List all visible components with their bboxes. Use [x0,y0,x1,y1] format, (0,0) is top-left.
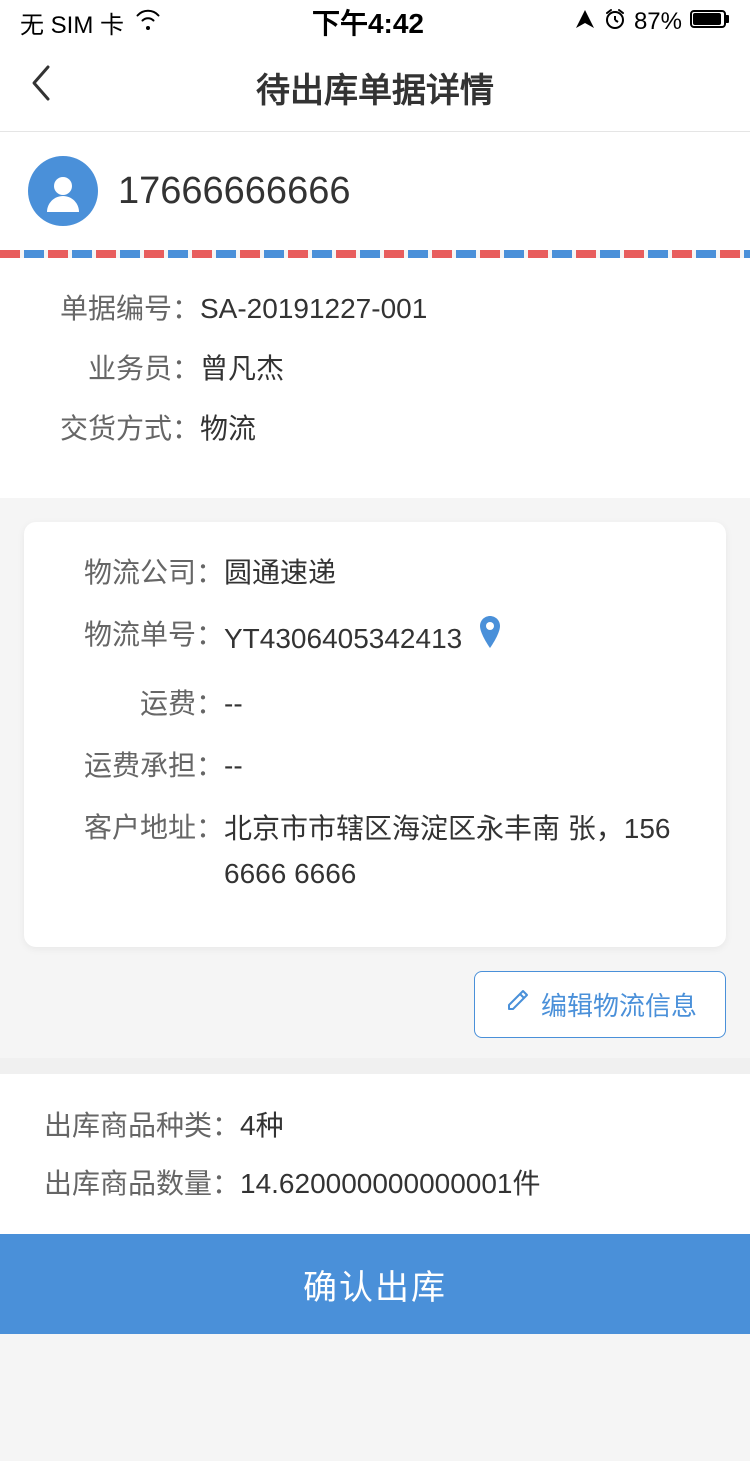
logistics-card: 物流公司： 圆通速递 物流单号： YT43064053424​13 运费： --… [24,522,726,947]
logistics-company-value: 圆通速递 [224,552,686,594]
bottom-bar: 确认出库 [0,1234,750,1334]
order-no-row: 单据编号： SA-20191227-001 [40,288,710,330]
bottom-spacer [0,1341,750,1461]
back-button[interactable] [28,63,52,113]
goods-type-label: 出库商品种类： [40,1104,240,1144]
edit-logistics-button[interactable]: 编辑物流信息 [474,971,726,1038]
sales-person-label: 业务员： [40,348,200,390]
page-title: 待出库单据详情 [256,63,494,112]
wifi-icon [134,8,162,37]
edit-icon [503,987,531,1022]
tracking-no-label: 物流单号： [64,614,224,656]
goods-type-row: 出库商品种类： 4种 [40,1104,710,1144]
order-info-section: 单据编号： SA-20191227-001 业务员： 曾凡杰 交货方式： 物流 [0,258,750,498]
freight-bear-value: -- [224,745,686,787]
goods-quantity-label: 出库商品数量： [40,1162,240,1202]
location-service-icon [574,8,596,37]
status-left: 无 SIM 卡 [20,5,162,40]
sales-person-value: 曾凡杰 [200,348,710,390]
section-divider [0,1058,750,1074]
delivery-method-label: 交货方式： [40,408,200,450]
address-value: 北京市市辖区海淀区永丰南 张，156 6666 6666 [224,807,686,897]
tracking-no-row: 物流单号： YT43064053424​13 [64,614,686,663]
order-no-label: 单据编号： [40,288,200,330]
order-no-value: SA-20191227-001 [200,288,710,330]
alarm-icon [604,8,626,37]
status-bar: 无 SIM 卡 下午4:42 87% [0,0,750,44]
battery-icon [690,8,730,37]
goods-quantity-row: 出库商品数量： 14.620000000000001件 [40,1162,710,1202]
logistics-company-row: 物流公司： 圆通速递 [64,552,686,594]
dashed-divider [0,250,750,258]
track-location-icon[interactable] [474,614,506,663]
delivery-method-row: 交货方式： 物流 [40,408,710,450]
freight-value: -- [224,683,686,725]
edit-logistics-label: 编辑物流信息 [541,986,697,1023]
battery-text: 87% [634,8,682,36]
confirm-outbound-button[interactable]: 确认出库 [303,1260,447,1309]
freight-bear-row: 运费承担： -- [64,745,686,787]
freight-bear-label: 运费承担： [64,745,224,787]
status-time: 下午4:42 [312,2,424,42]
address-row: 客户地址： 北京市市辖区海淀区永丰南 张，156 6666 6666 [64,807,686,897]
edit-btn-row: 编辑物流信息 [0,971,750,1058]
carrier-text: 无 SIM 卡 [20,5,124,40]
logistics-company-label: 物流公司： [64,552,224,594]
status-right: 87% [574,8,730,37]
goods-section: 出库商品种类： 4种 出库商品数量： 14.620000000000001件 [0,1074,750,1250]
nav-bar: 待出库单据详情 [0,44,750,132]
goods-type-value: 4种 [240,1104,710,1144]
address-label: 客户地址： [64,807,224,849]
avatar [28,156,98,226]
freight-row: 运费： -- [64,683,686,725]
goods-quantity-value: 14.620000000000001件 [240,1162,710,1202]
delivery-method-value: 物流 [200,408,710,450]
tracking-no-value: YT43064053424​13 [224,614,686,663]
freight-label: 运费： [64,683,224,725]
sales-person-row: 业务员： 曾凡杰 [40,348,710,390]
customer-phone: 17666666666 [118,170,350,213]
customer-section: 17666666666 [0,132,750,250]
